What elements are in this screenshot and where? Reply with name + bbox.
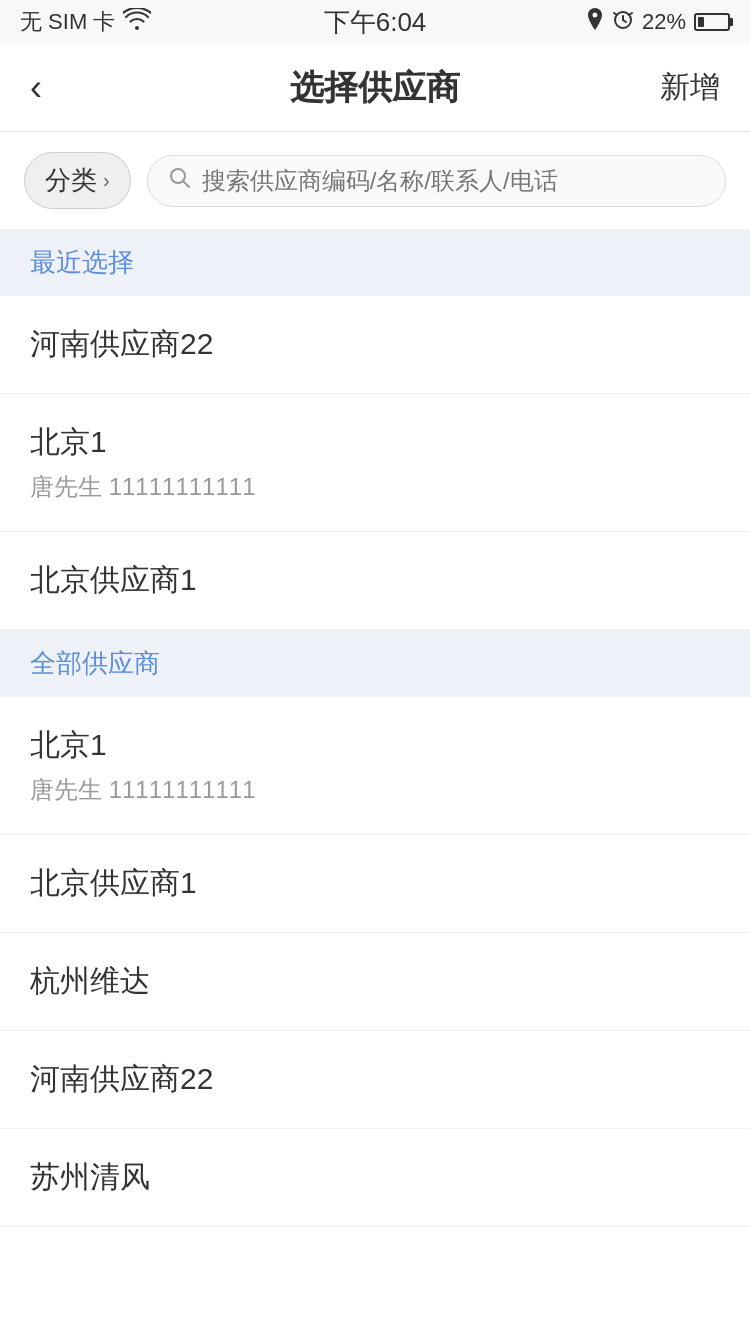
alarm-icon [612, 8, 634, 36]
item-name: 苏州清风 [30, 1157, 720, 1198]
list-item[interactable]: 北京1 唐先生 11111111111 [0, 394, 750, 532]
wifi-icon [123, 8, 151, 36]
item-name: 北京供应商1 [30, 560, 720, 601]
battery-icon [694, 13, 730, 31]
search-input[interactable] [202, 167, 705, 195]
back-button[interactable]: ‹ [30, 67, 90, 109]
list-item[interactable]: 北京供应商1 [0, 532, 750, 630]
recent-section-label: 最近选择 [30, 247, 134, 277]
battery-percent: 22% [642, 9, 686, 35]
category-label: 分类 [45, 163, 97, 198]
item-name: 河南供应商22 [30, 324, 720, 365]
add-button[interactable]: 新增 [660, 67, 720, 108]
page-title: 选择供应商 [290, 65, 460, 111]
location-icon [586, 8, 604, 36]
nav-bar: ‹ 选择供应商 新增 [0, 44, 750, 132]
list-item[interactable]: 河南供应商22 [0, 1031, 750, 1129]
status-right: 22% [586, 8, 730, 36]
filter-bar: 分类 › [0, 132, 750, 229]
list-item[interactable]: 苏州清风 [0, 1129, 750, 1227]
sim-label: 无 SIM 卡 [20, 7, 115, 37]
category-button[interactable]: 分类 › [24, 152, 131, 209]
item-name: 杭州维达 [30, 961, 720, 1002]
all-list: 北京1 唐先生 11111111111 北京供应商1 杭州维达河南供应商22 苏州清风 [0, 697, 750, 1227]
item-name: 北京1 [30, 422, 720, 463]
item-sub: 唐先生 11111111111 [30, 774, 720, 806]
list-item[interactable]: 河南供应商22 [0, 296, 750, 394]
item-name: 北京1 [30, 725, 720, 766]
status-time: 下午6:04 [324, 5, 427, 40]
search-icon [168, 166, 192, 196]
item-name: 河南供应商22 [30, 1059, 720, 1100]
list-item[interactable]: 北京1 唐先生 11111111111 [0, 697, 750, 835]
category-arrow-icon: › [103, 169, 110, 192]
search-box[interactable] [147, 155, 726, 207]
list-item[interactable]: 杭州维达 [0, 933, 750, 1031]
list-item[interactable]: 北京供应商1 [0, 835, 750, 933]
recent-section-header: 最近选择 [0, 229, 750, 296]
all-section-label: 全部供应商 [30, 648, 160, 678]
status-left: 无 SIM 卡 [20, 7, 151, 37]
item-sub: 唐先生 11111111111 [30, 471, 720, 503]
status-bar: 无 SIM 卡 下午6:04 22% [0, 0, 750, 44]
item-name: 北京供应商1 [30, 863, 720, 904]
all-section-header: 全部供应商 [0, 630, 750, 697]
recent-list: 河南供应商22 北京1 唐先生 11111111111 北京供应商1 [0, 296, 750, 630]
